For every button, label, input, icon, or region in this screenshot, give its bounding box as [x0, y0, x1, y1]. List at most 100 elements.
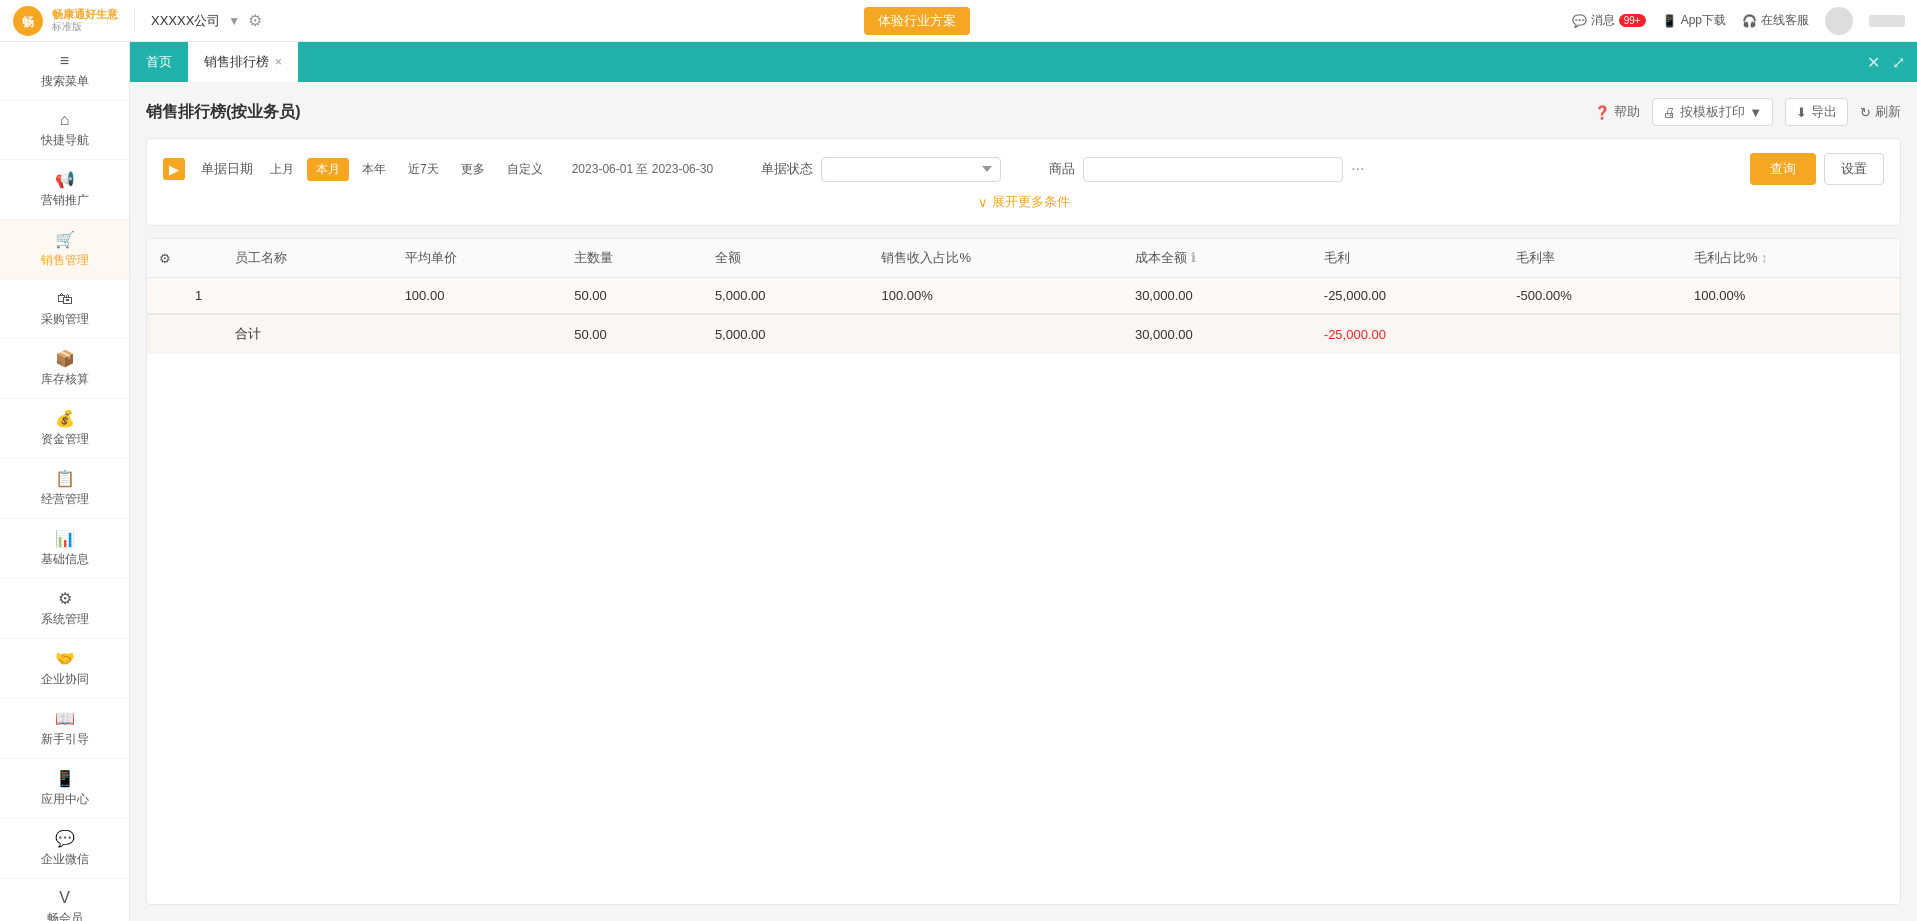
- footer-gross-rate: [1504, 314, 1682, 354]
- sidebar-label-system: 系统管理: [41, 611, 89, 628]
- query-btn[interactable]: 查询: [1750, 153, 1816, 185]
- logo-text: 畅康通好生意 标准版: [52, 8, 118, 33]
- cell-settings: [147, 278, 183, 315]
- username: [1869, 15, 1905, 27]
- sidebar-item-guide[interactable]: 📖 新手引导: [0, 699, 129, 759]
- app-download-btn[interactable]: 📱 App下载: [1662, 12, 1726, 29]
- guide-icon: 📖: [55, 709, 75, 728]
- sidebar-item-sales[interactable]: 🛒 销售管理: [0, 220, 129, 280]
- filter-goods-group: 商品 ···: [1049, 157, 1364, 182]
- col-gross-rate: 毛利率: [1504, 239, 1682, 278]
- filter-status-group: 单据状态: [761, 157, 1001, 182]
- sidebar-item-system[interactable]: ⚙ 系统管理: [0, 579, 129, 639]
- col-avg-price: 平均单价: [393, 239, 563, 278]
- sidebar-item-inventory[interactable]: 📦 库存核算: [0, 339, 129, 399]
- goods-more-icon[interactable]: ···: [1351, 160, 1364, 178]
- date-btn-last-month[interactable]: 上月: [261, 158, 303, 181]
- sidebar-item-operations[interactable]: 📋 经营管理: [0, 459, 129, 519]
- tab-close-btn[interactable]: ×: [275, 55, 282, 69]
- date-btn-group: 上月 本月 本年 近7天 更多 自定义: [261, 158, 552, 181]
- home-tab-label: 首页: [146, 53, 172, 71]
- sidebar-item-finance[interactable]: 💰 资金管理: [0, 399, 129, 459]
- enterprise-icon: 🤝: [55, 649, 75, 668]
- sidebar-item-member[interactable]: V 畅会员: [0, 879, 129, 921]
- cell-gross: -25,000.00: [1312, 278, 1504, 315]
- content-area: 首页 销售排行榜 × ✕ ⤢ 销售排行榜(按业务员) ❓ 帮助: [130, 42, 1917, 921]
- page-content: 销售排行榜(按业务员) ❓ 帮助 🖨 按模板打印 ▼ ⬇ 导出: [130, 82, 1917, 921]
- cell-rank: 1: [183, 278, 223, 315]
- industry-btn[interactable]: 体验行业方案: [864, 7, 970, 35]
- cell-avg-price: 100.00: [393, 278, 563, 315]
- maximize-window-icon[interactable]: ⤢: [1892, 53, 1905, 72]
- help-btn[interactable]: ❓ 帮助: [1594, 103, 1640, 121]
- settings-icon[interactable]: ⚙: [248, 11, 262, 30]
- member-icon: V: [59, 889, 70, 907]
- table-container: ⚙ 员工名称 平均单价 主数量 全额 销售收入占比% 成本全额 ℹ 毛利 毛利率: [146, 238, 1901, 905]
- top-bar-left: 畅 畅康通好生意 标准版 XXXXX公司 ▼ ⚙: [12, 5, 262, 37]
- footer-avg-price: [393, 314, 563, 354]
- svg-text:畅: 畅: [22, 15, 34, 29]
- sidebar-item-search[interactable]: ≡ 搜索菜单: [0, 42, 129, 101]
- system-icon: ⚙: [58, 589, 72, 608]
- gross-sort-icon[interactable]: ↕: [1761, 250, 1768, 265]
- sidebar-label-wechat: 企业微信: [41, 851, 89, 868]
- template-chevron-icon: ▼: [1749, 105, 1762, 120]
- sidebar-item-wechat[interactable]: 💬 企业微信: [0, 819, 129, 879]
- date-btn-more[interactable]: 更多: [452, 158, 494, 181]
- sidebar-item-quick-nav[interactable]: ⌂ 快捷导航: [0, 101, 129, 160]
- company-name[interactable]: XXXXX公司: [151, 12, 220, 30]
- avatar[interactable]: [1825, 7, 1853, 35]
- close-window-icon[interactable]: ✕: [1867, 53, 1880, 72]
- sidebar-item-base-info[interactable]: 📊 基础信息: [0, 519, 129, 579]
- online-service-btn[interactable]: 🎧 在线客服: [1742, 12, 1809, 29]
- expand-btn[interactable]: ∨ 展开更多条件: [978, 193, 1070, 211]
- cell-name: [223, 278, 393, 315]
- date-btn-7days[interactable]: 近7天: [399, 158, 448, 181]
- purchase-icon: 🛍: [57, 290, 73, 308]
- page-title: 销售排行榜(按业务员): [146, 102, 301, 123]
- filter-toggle-btn[interactable]: ▶: [163, 158, 185, 180]
- settings-btn[interactable]: 设置: [1824, 153, 1884, 185]
- marketing-icon: 📢: [55, 170, 75, 189]
- filter-date-group: 单据日期 上月 本月 本年 近7天 更多 自定义: [201, 158, 552, 181]
- goods-input[interactable]: [1083, 157, 1343, 182]
- table-footer-row: 合计 50.00 5,000.00 30,000.00 -25,000.00: [147, 314, 1900, 354]
- finance-icon: 💰: [55, 409, 75, 428]
- page-actions: ❓ 帮助 🖨 按模板打印 ▼ ⬇ 导出 ↻ 刷新: [1594, 98, 1901, 126]
- col-settings[interactable]: ⚙: [147, 239, 183, 278]
- sidebar-label-base-info: 基础信息: [41, 551, 89, 568]
- company-dropdown-icon[interactable]: ▼: [228, 14, 240, 28]
- filter-area: ▶ 单据日期 上月 本月 本年 近7天 更多 自定义 2023-06: [146, 138, 1901, 226]
- cost-info-icon[interactable]: ℹ: [1191, 250, 1196, 265]
- export-btn[interactable]: ⬇ 导出: [1785, 98, 1848, 126]
- sidebar-label-operations: 经营管理: [41, 491, 89, 508]
- date-filter-label: 单据日期: [201, 160, 253, 178]
- sidebar-item-app-center[interactable]: 📱 应用中心: [0, 759, 129, 819]
- tab-home[interactable]: 首页: [130, 42, 188, 82]
- footer-gross: -25,000.00: [1312, 314, 1504, 354]
- cell-cost: 30,000.00: [1123, 278, 1312, 315]
- sidebar-item-purchase[interactable]: 🛍 采购管理: [0, 280, 129, 339]
- date-btn-this-year[interactable]: 本年: [353, 158, 395, 181]
- sidebar-item-marketing[interactable]: 📢 营销推广: [0, 160, 129, 220]
- col-amount: 全额: [703, 239, 870, 278]
- refresh-btn[interactable]: ↻ 刷新: [1860, 103, 1901, 121]
- tab-sales-ranking[interactable]: 销售排行榜 ×: [188, 42, 298, 82]
- footer-rank: [183, 314, 223, 354]
- refresh-icon: ↻: [1860, 105, 1871, 120]
- sidebar-label-member: 畅会员: [47, 910, 83, 921]
- home-icon: ⌂: [60, 111, 70, 129]
- date-btn-custom[interactable]: 自定义: [498, 158, 552, 181]
- col-gross: 毛利: [1312, 239, 1504, 278]
- sidebar-label-marketing: 营销推广: [41, 192, 89, 209]
- operations-icon: 📋: [55, 469, 75, 488]
- filter-action-btns: 查询 设置: [1750, 153, 1884, 185]
- status-select[interactable]: [821, 157, 1001, 182]
- template-print-btn[interactable]: 🖨 按模板打印 ▼: [1652, 98, 1773, 126]
- sidebar-label-inventory: 库存核算: [41, 371, 89, 388]
- message-btn[interactable]: 💬 消息 99+: [1572, 12, 1646, 29]
- date-btn-this-month[interactable]: 本月: [307, 158, 349, 181]
- sidebar-item-enterprise[interactable]: 🤝 企业协同: [0, 639, 129, 699]
- chevron-down-icon: ∨: [978, 195, 988, 210]
- footer-amount: 5,000.00: [703, 314, 870, 354]
